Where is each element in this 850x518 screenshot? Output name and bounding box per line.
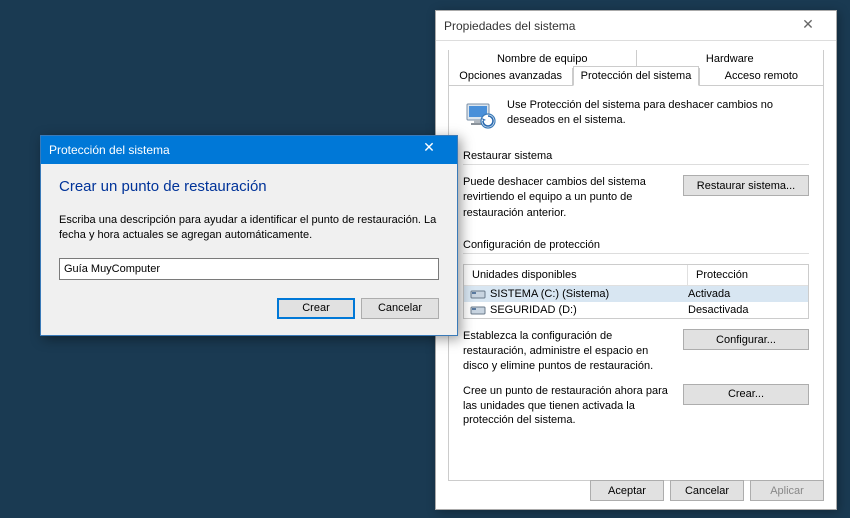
dialog-heading: Crear un punto de restauración: [59, 178, 439, 195]
protection-section-label: Configuración de protección: [463, 239, 809, 251]
tab-row-2: Opciones avanzadas Protección del sistem…: [448, 66, 824, 86]
titlebar[interactable]: Propiedades del sistema ✕: [436, 11, 836, 41]
create-button[interactable]: Crear: [277, 298, 355, 319]
titlebar[interactable]: Protección del sistema ✕: [41, 136, 457, 164]
close-icon[interactable]: ✕: [788, 16, 828, 36]
ok-button[interactable]: Aceptar: [590, 480, 664, 501]
drive-protection-status: Activada: [688, 288, 802, 300]
divider: [463, 253, 809, 254]
drive-row[interactable]: SISTEMA (C:) (Sistema) Activada: [464, 286, 808, 302]
dialog-buttons: Aceptar Cancelar Aplicar: [590, 480, 824, 501]
tab-system-protection[interactable]: Protección del sistema: [573, 66, 698, 86]
header-drive-name[interactable]: Unidades disponibles: [464, 265, 688, 285]
system-protection-icon: [463, 98, 497, 132]
drive-name: SEGURIDAD (D:): [490, 304, 688, 316]
system-properties-window: Propiedades del sistema ✕ Nombre de equi…: [435, 10, 837, 510]
drives-list: Unidades disponibles Protección SISTEMA …: [463, 264, 809, 319]
drive-icon: [470, 288, 486, 300]
drive-icon: [470, 304, 486, 316]
configure-button[interactable]: Configurar...: [683, 329, 809, 350]
dialog-description: Escriba una descripción para ayudar a id…: [59, 213, 439, 244]
create-description: Cree un punto de restauración ahora para…: [463, 384, 671, 429]
restore-system-button[interactable]: Restaurar sistema...: [683, 175, 809, 196]
tab-row-1: Nombre de equipo Hardware: [448, 49, 824, 67]
divider: [463, 164, 809, 165]
tab-content: Use Protección del sistema para deshacer…: [448, 86, 824, 481]
cancel-button[interactable]: Cancelar: [361, 298, 439, 319]
dialog-buttons: Crear Cancelar: [59, 298, 439, 319]
tab-advanced-options[interactable]: Opciones avanzadas: [448, 66, 573, 86]
intro-text: Use Protección del sistema para deshacer…: [507, 98, 809, 132]
apply-button[interactable]: Aplicar: [750, 480, 824, 501]
restore-point-name-input[interactable]: [59, 258, 439, 280]
close-icon[interactable]: ✕: [409, 139, 449, 161]
dialog-title: Protección del sistema: [49, 143, 409, 157]
cancel-button[interactable]: Cancelar: [670, 480, 744, 501]
drive-row[interactable]: SEGURIDAD (D:) Desactivada: [464, 302, 808, 318]
drive-name: SISTEMA (C:) (Sistema): [490, 288, 688, 300]
create-button[interactable]: Crear...: [683, 384, 809, 405]
restore-section-label: Restaurar sistema: [463, 150, 809, 162]
tab-remote-access[interactable]: Acceso remoto: [699, 66, 824, 86]
window-title: Propiedades del sistema: [444, 19, 788, 33]
drive-protection-status: Desactivada: [688, 304, 802, 316]
configure-description: Establezca la configuración de restaurac…: [463, 329, 671, 374]
restore-description: Puede deshacer cambios del sistema revir…: [463, 175, 671, 221]
header-protection[interactable]: Protección: [688, 265, 808, 285]
drives-header: Unidades disponibles Protección: [464, 265, 808, 286]
create-restore-point-dialog: Protección del sistema ✕ Crear un punto …: [40, 135, 458, 336]
